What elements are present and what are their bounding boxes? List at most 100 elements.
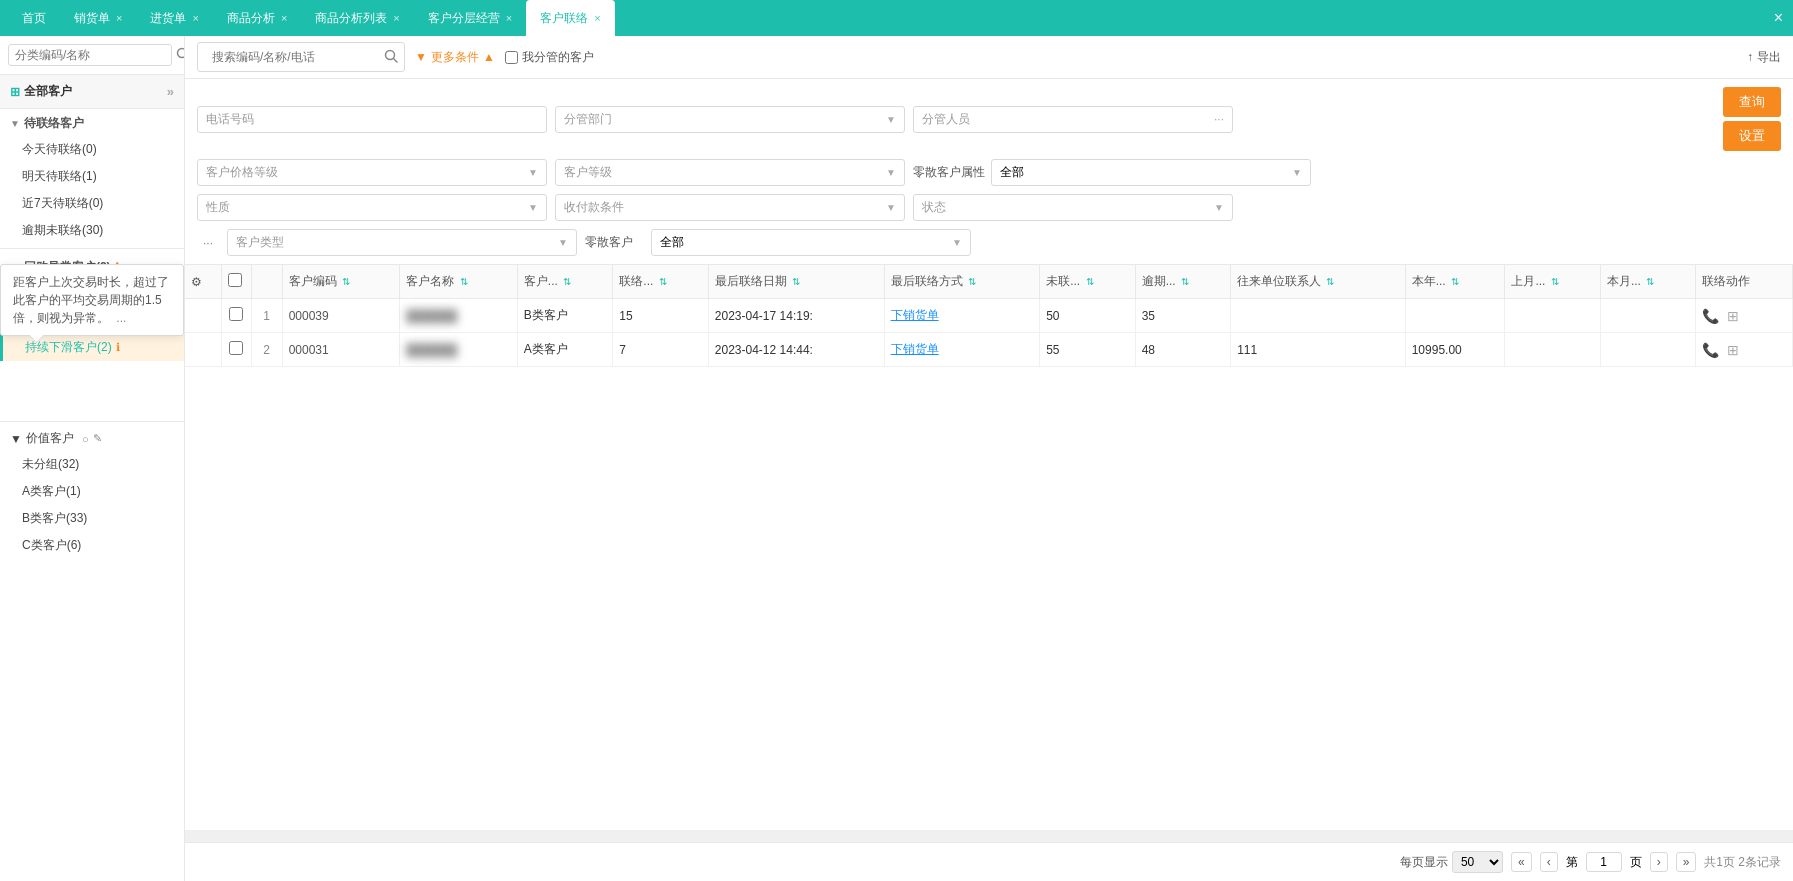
more-conditions-button[interactable]: ▼ 更多条件 ▲	[415, 49, 495, 66]
per-page-control: 每页显示 50 20 100	[1400, 851, 1503, 873]
sidebar-item-tomorrow[interactable]: 明天待联络(1)	[0, 163, 184, 190]
row-last-contact-method[interactable]: 下销货单	[884, 299, 1040, 333]
nature-filter[interactable]: 性质 ▼	[197, 194, 547, 221]
th-customer-name[interactable]: 客户名称 ⇅	[400, 265, 518, 299]
th-this-year[interactable]: 本年... ⇅	[1405, 265, 1505, 299]
th-customer-type[interactable]: 客户... ⇅	[517, 265, 612, 299]
th-checkbox[interactable]	[221, 265, 251, 299]
search-icon[interactable]	[384, 49, 398, 66]
th-last-contact-method[interactable]: 最后联络方式 ⇅	[884, 265, 1040, 299]
payment-condition-filter[interactable]: 收付款条件 ▼	[555, 194, 905, 221]
row-checkbox-cell[interactable]	[221, 333, 251, 367]
customer-type-filter[interactable]: 客户类型 ▼	[227, 229, 577, 256]
th-customer-code[interactable]: 客户编码 ⇅	[282, 265, 400, 299]
svg-point-0	[178, 48, 186, 57]
action-more-icon[interactable]: ⊞	[1727, 342, 1739, 358]
sidebar-item-ungroup[interactable]: 未分组(32)	[0, 451, 184, 478]
row-last-contact-method[interactable]: 下销货单	[884, 333, 1040, 367]
sidebar-group-pending[interactable]: ▼ 待联络客户	[0, 109, 184, 136]
gear-icon[interactable]: ⚙	[191, 275, 202, 289]
row-checkbox-0[interactable]	[229, 307, 243, 321]
sidebar-item-declining[interactable]: 持续下滑客户(2) ℹ	[0, 334, 184, 361]
sidebar-group-value[interactable]: ▼ 价值客户 ○ ✎	[0, 426, 184, 451]
more-fields-button[interactable]: ···	[197, 232, 219, 254]
tab-product-analysis-list[interactable]: 商品分析列表 ×	[301, 0, 413, 36]
th-contact-count[interactable]: 联络... ⇅	[613, 265, 708, 299]
dept-filter[interactable]: 分管部门 ▼	[555, 106, 905, 133]
my-customer-checkbox-label[interactable]: 我分管的客户	[505, 49, 594, 66]
sidebar-item-class-b[interactable]: B类客户(33)	[0, 505, 184, 532]
th-settings[interactable]: ⚙	[185, 265, 221, 299]
tab-purchase-order[interactable]: 进货单 ×	[136, 0, 212, 36]
sort-icon-contact: ⇅	[659, 276, 667, 287]
sidebar-search-area	[0, 36, 184, 75]
sidebar-item-7days[interactable]: 近7天待联络(0)	[0, 190, 184, 217]
scatter-customer-select[interactable]: 全部 ▼	[651, 229, 971, 256]
tab-customer-contact[interactable]: 客户联络 ×	[526, 0, 614, 36]
edit-icon[interactable]: ○	[82, 433, 89, 445]
action-call-icon[interactable]: 📞	[1702, 308, 1719, 324]
query-button[interactable]: 查询	[1723, 87, 1781, 117]
close-all-tabs-button[interactable]: ×	[1774, 9, 1783, 27]
phone-filter[interactable]: 电话号码	[197, 106, 547, 133]
th-unit-contact[interactable]: 往来单位联系人 ⇅	[1231, 265, 1406, 299]
th-last-month[interactable]: 上月... ⇅	[1505, 265, 1600, 299]
customer-level-filter[interactable]: 客户等级 ▼	[555, 159, 905, 186]
per-page-select[interactable]: 50 20 100	[1452, 851, 1503, 873]
chevron-down-payment: ▼	[886, 202, 896, 213]
triangle-icon: ▼	[10, 118, 20, 129]
price-level-filter[interactable]: 客户价格等级 ▼	[197, 159, 547, 186]
tab-customer-layered[interactable]: 客户分层经营 ×	[414, 0, 526, 36]
sidebar-item-class-c[interactable]: C类客户(6)	[0, 532, 184, 559]
th-last-contact-date[interactable]: 最后联络日期 ⇅	[708, 265, 884, 299]
th-overdue[interactable]: 逾期... ⇅	[1135, 265, 1230, 299]
page-number-input[interactable]	[1586, 852, 1622, 872]
close-tab-customer-contact[interactable]: ×	[594, 12, 600, 24]
row-settings-cell	[185, 333, 221, 367]
filter-bar: ▼ 更多条件 ▲ 我分管的客户 ↑ 导出	[185, 36, 1793, 79]
row-checkbox-cell[interactable]	[221, 299, 251, 333]
sort-icon-method: ⇅	[968, 276, 976, 287]
close-tab-purchase[interactable]: ×	[192, 12, 198, 24]
edit-icon-2[interactable]: ✎	[93, 432, 102, 445]
action-call-icon[interactable]: 📞	[1702, 342, 1719, 358]
sidebar-search-input[interactable]	[8, 44, 172, 66]
action-more-icon[interactable]: ⊞	[1727, 308, 1739, 324]
search-input[interactable]	[204, 46, 384, 68]
filter-icon: ▼	[415, 50, 427, 64]
tab-product-analysis[interactable]: 商品分析 ×	[213, 0, 301, 36]
th-this-month[interactable]: 本月... ⇅	[1600, 265, 1695, 299]
tab-sales-order[interactable]: 销货单 ×	[60, 0, 136, 36]
next-page-button[interactable]: ›	[1650, 852, 1668, 872]
close-tab-customer-layered[interactable]: ×	[506, 12, 512, 24]
row-last-contact-date: 2023-04-12 14:44:	[708, 333, 884, 367]
sidebar-item-overdue[interactable]: 逾期未联络(30)	[0, 217, 184, 244]
row-last-month	[1505, 299, 1600, 333]
scatter-attr-select[interactable]: 全部 ▼	[991, 159, 1311, 186]
close-tab-product-analysis[interactable]: ×	[281, 12, 287, 24]
row-customer-code: 000039	[282, 299, 400, 333]
last-page-button[interactable]: »	[1676, 852, 1697, 872]
first-page-button[interactable]: «	[1511, 852, 1532, 872]
person-filter[interactable]: 分管人员 ···	[913, 106, 1233, 133]
tab-home[interactable]: 首页	[8, 0, 60, 36]
close-tab-sales-order[interactable]: ×	[116, 12, 122, 24]
sidebar-all-customers[interactable]: ⊞ 全部客户 »	[0, 75, 184, 109]
sidebar-item-class-a[interactable]: A类客户(1)	[0, 478, 184, 505]
sort-icon-unit: ⇅	[1326, 276, 1334, 287]
th-uncontacted[interactable]: 未联... ⇅	[1040, 265, 1135, 299]
row-checkbox-1[interactable]	[229, 341, 243, 355]
sidebar-item-today[interactable]: 今天待联络(0)	[0, 136, 184, 163]
close-tab-product-list[interactable]: ×	[393, 12, 399, 24]
filter-row-4: ··· 客户类型 ▼ 零散客户 全部 ▼	[197, 229, 1781, 256]
sidebar-search-button[interactable]	[176, 47, 185, 64]
sidebar-collapse-icon[interactable]: »	[167, 84, 174, 99]
settings-button[interactable]: 设置	[1723, 121, 1781, 151]
my-customer-checkbox[interactable]	[505, 51, 518, 64]
horizontal-scrollbar[interactable]	[185, 830, 1793, 842]
select-all-checkbox[interactable]	[228, 273, 242, 287]
data-table: ⚙ 客户编码 ⇅ 客户名称 ⇅	[185, 265, 1793, 367]
prev-page-button[interactable]: ‹	[1540, 852, 1558, 872]
export-button[interactable]: ↑ 导出	[1747, 49, 1781, 66]
status-filter[interactable]: 状态 ▼	[913, 194, 1233, 221]
